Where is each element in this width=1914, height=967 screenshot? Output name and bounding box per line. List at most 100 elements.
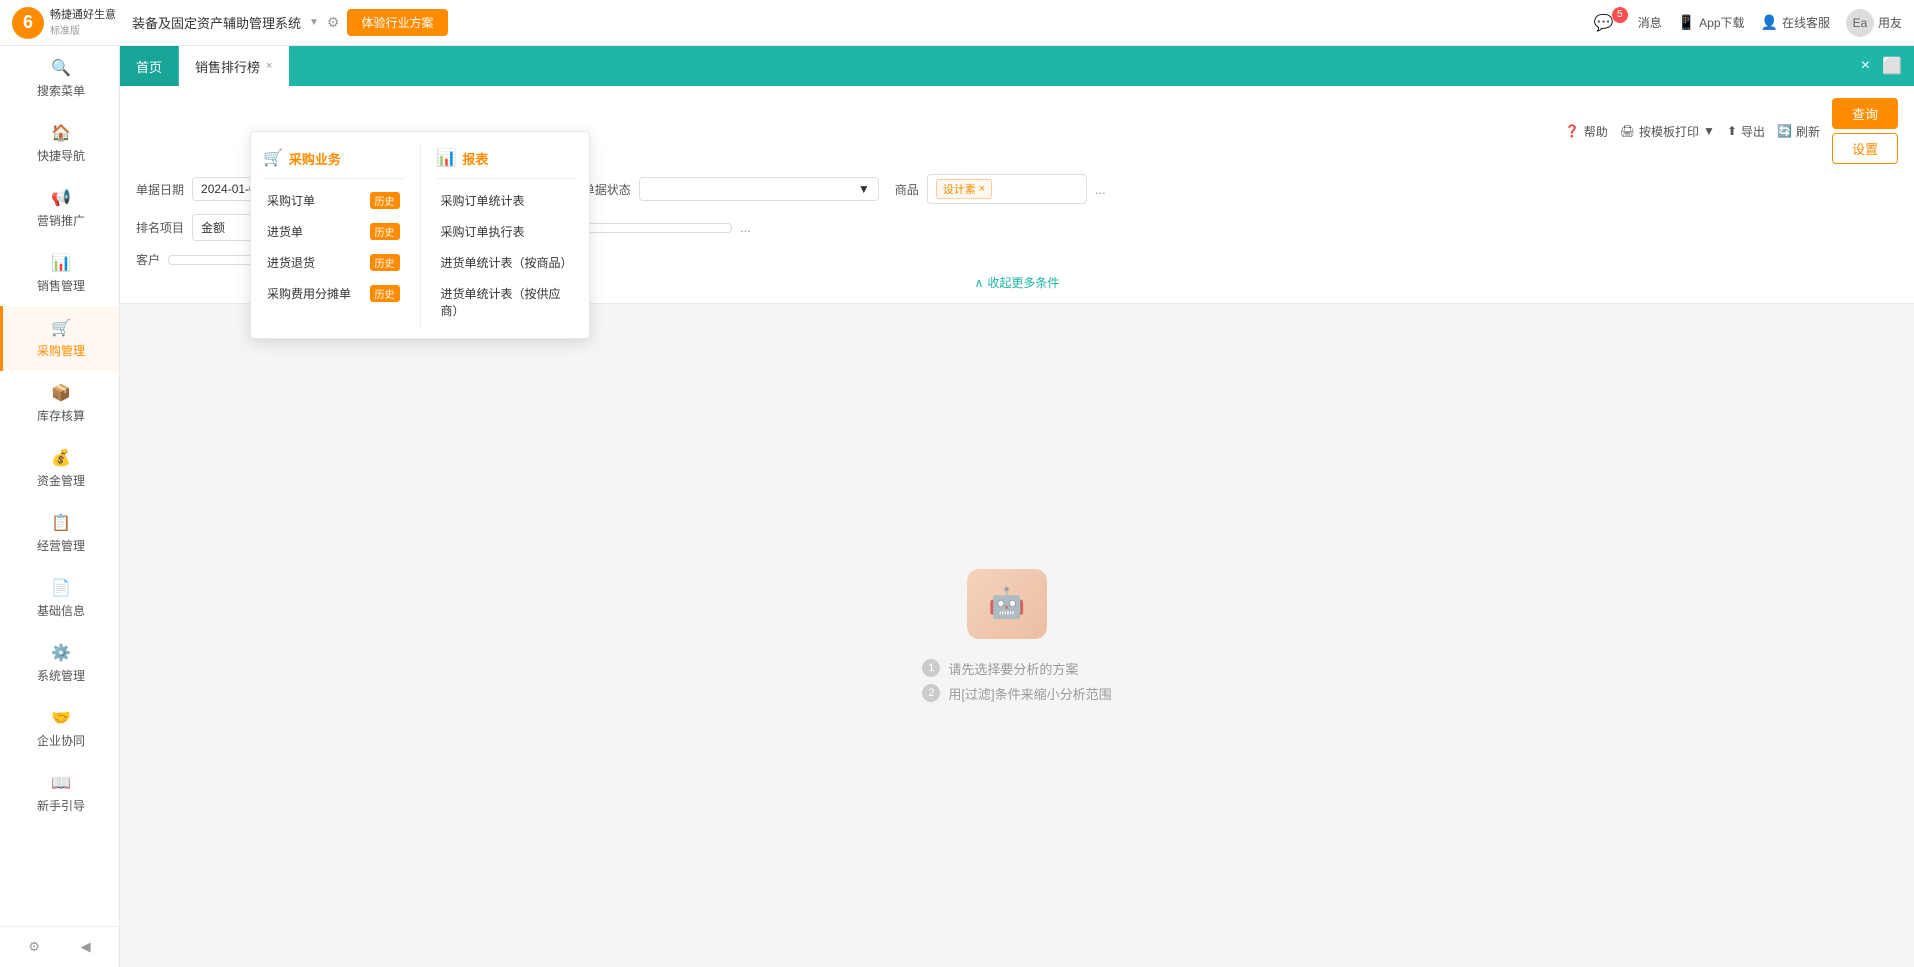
logo-name: 畅捷通好生意	[50, 8, 116, 22]
dropdown-item-order-stats[interactable]: 采购订单统计表	[437, 185, 578, 216]
sidebar-item-marketing[interactable]: 📢 营销推广	[0, 176, 119, 241]
sidebar-label-operations: 经营管理	[37, 537, 85, 554]
marketing-icon: 📢	[51, 188, 71, 208]
goods-tag-close[interactable]: ×	[979, 183, 985, 195]
dropdown-columns: 🛒 采购业务 采购订单 历史 进货单 历史 进货退货 历史	[251, 144, 589, 326]
order-exec-label: 采购订单执行表	[441, 223, 525, 240]
logo-area: 6 畅捷通好生意 标准版	[12, 7, 132, 39]
sidebar-label-search: 搜索菜单	[37, 82, 85, 99]
collapse-icon: ∧	[975, 276, 984, 290]
sidebar-label-inventory: 库存核算	[37, 407, 85, 424]
goods-tag-text: 设计素	[943, 181, 976, 197]
status-select[interactable]: ▼	[639, 177, 879, 201]
online-service-item[interactable]: 👤 在线客服	[1761, 14, 1830, 31]
rank-value: 金额	[201, 219, 225, 236]
rank-label: 排名项目	[136, 219, 184, 236]
sidebar-item-search[interactable]: 🔍 搜索菜单	[0, 46, 119, 111]
user-label: 用友	[1878, 14, 1902, 31]
dropdown-item-receive-stats-goods[interactable]: 进货单统计表（按商品）	[437, 247, 578, 278]
collapse-label: 收起更多条件	[987, 274, 1059, 291]
sidebar-item-purchase[interactable]: 🛒 采购管理	[0, 306, 119, 371]
sidebar-item-system[interactable]: ⚙️ 系统管理	[0, 631, 119, 696]
order-stats-label: 采购订单统计表	[441, 192, 525, 209]
sidebar-collapse-icon[interactable]: ◀	[81, 939, 91, 955]
system-settings-icon[interactable]: ⚙	[327, 14, 340, 31]
help-icon: ❓	[1565, 124, 1580, 138]
search-icon: 🔍	[51, 58, 71, 78]
dropdown-item-purchase-return[interactable]: 进货退货 历史	[263, 247, 404, 278]
tab-sales-rank-label: 销售排行榜	[195, 57, 260, 76]
tab-close-icon[interactable]: ×	[266, 60, 272, 72]
message-label: 消息	[1638, 14, 1662, 31]
sidebar-label-system: 系统管理	[37, 667, 85, 684]
user-item[interactable]: Ea 用友	[1846, 9, 1902, 37]
sidebar-item-inventory[interactable]: 📦 库存核算	[0, 371, 119, 436]
goods-filter-group: 商品 设计素 × ...	[895, 174, 1106, 204]
empty-state: 🤖 1 请先选择要分析的方案 2 用[过滤]条件来缩小分析范围	[120, 304, 1914, 967]
dropdown-item-purchase-cost[interactable]: 采购费用分摊单 历史	[263, 278, 404, 309]
dropdown-item-purchase-order[interactable]: 采购订单 历史	[263, 185, 404, 216]
staff-more-btn[interactable]: ...	[740, 220, 751, 235]
dropdown-item-order-exec[interactable]: 采购订单执行表	[437, 216, 578, 247]
online-service-label: 在线客服	[1782, 14, 1830, 31]
basic-info-icon: 📄	[51, 578, 71, 598]
receive-stats-goods-label: 进货单统计表（按商品）	[441, 254, 573, 271]
industry-button[interactable]: 体验行业方案	[347, 9, 447, 36]
message-icon: 💬	[1594, 13, 1614, 33]
finance-icon: 💰	[51, 448, 71, 468]
content-area: 首页 销售排行榜 × × ⬜ ❓ 帮助 🖨 按模板打印 ▼	[120, 46, 1914, 967]
tab-maximize-icon[interactable]: ⬜	[1882, 56, 1902, 76]
tab-sales-rank[interactable]: 销售排行榜 ×	[179, 46, 289, 86]
sidebar-item-basic-info[interactable]: 📄 基础信息	[0, 566, 119, 631]
logo-icon: 6	[12, 7, 44, 39]
purchase-col-icon: 🛒	[263, 148, 283, 168]
tab-window-close-icon[interactable]: ×	[1861, 57, 1870, 75]
goods-more-btn[interactable]: ...	[1095, 182, 1106, 197]
help-item[interactable]: ❓ 帮助	[1565, 123, 1608, 140]
purchase-receive-history-tag: 历史	[370, 223, 400, 240]
status-filter-group: 单据状态 ▼	[583, 177, 879, 201]
print-label: 按模板打印	[1639, 123, 1699, 140]
message-badge: 5	[1612, 7, 1628, 23]
purchase-cost-history-tag: 历史	[370, 285, 400, 302]
sidebar-item-finance[interactable]: 💰 资金管理	[0, 436, 119, 501]
tab-bar: 首页 销售排行榜 × × ⬜	[120, 46, 1914, 86]
purchase-col: 🛒 采购业务 采购订单 历史 进货单 历史 进货退货 历史	[251, 144, 416, 326]
top-header: 6 畅捷通好生意 标准版 装备及固定资产辅助管理系统 ▼ ⚙ 体验行业方案 💬 …	[0, 0, 1914, 46]
purchase-order-label: 采购订单	[267, 192, 315, 209]
dropdown-divider	[420, 144, 421, 326]
goods-input[interactable]: 设计素 ×	[927, 174, 1087, 204]
sidebar-settings-icon[interactable]: ⚙	[28, 939, 40, 955]
phone-icon: 📱	[1678, 14, 1695, 31]
tab-home-label: 首页	[136, 57, 162, 76]
sidebar-item-quick-nav[interactable]: 🏠 快捷导航	[0, 111, 119, 176]
tip-num-2: 2	[922, 684, 940, 702]
dropdown-item-receive-stats-supplier[interactable]: 进货单统计表（按供应商）	[437, 278, 578, 326]
sidebar-label-quick-nav: 快捷导航	[37, 147, 85, 164]
report-col-title: 📊 报表	[437, 144, 578, 179]
message-item[interactable]: 💬 5 消息	[1594, 13, 1662, 33]
sidebar-label-sales: 销售管理	[37, 277, 85, 294]
purchase-receive-label: 进货单	[267, 223, 303, 240]
settings-button[interactable]: 设置	[1832, 133, 1898, 164]
sidebar-item-guide[interactable]: 📖 新手引导	[0, 761, 119, 826]
print-template-item[interactable]: 🖨 按模板打印 ▼	[1620, 123, 1715, 140]
query-button[interactable]: 查询	[1832, 98, 1898, 129]
status-dropdown-icon: ▼	[858, 182, 870, 196]
tab-home[interactable]: 首页	[120, 46, 179, 86]
header-right: 💬 5 消息 📱 App下载 👤 在线客服 Ea 用友	[1594, 9, 1902, 37]
goods-tag: 设计素 ×	[936, 179, 992, 199]
empty-robot-icon: 🤖	[967, 569, 1047, 639]
dropdown-item-purchase-receive[interactable]: 进货单 历史	[263, 216, 404, 247]
sidebar-item-cooperation[interactable]: 🤝 企业协同	[0, 696, 119, 761]
export-item[interactable]: ⬆ 导出	[1727, 123, 1765, 140]
print-dropdown-icon: ▼	[1703, 124, 1715, 138]
user-avatar: Ea	[1846, 9, 1874, 37]
refresh-item[interactable]: 🔄 刷新	[1777, 123, 1820, 140]
sidebar-label-purchase: 采购管理	[37, 342, 85, 359]
sidebar-item-sales[interactable]: 📊 销售管理	[0, 241, 119, 306]
sidebar-item-operations[interactable]: 📋 经营管理	[0, 501, 119, 566]
system-dropdown-arrow[interactable]: ▼	[309, 17, 319, 28]
sidebar-label-marketing: 营销推广	[37, 212, 85, 229]
app-download-item[interactable]: 📱 App下载	[1678, 14, 1745, 31]
